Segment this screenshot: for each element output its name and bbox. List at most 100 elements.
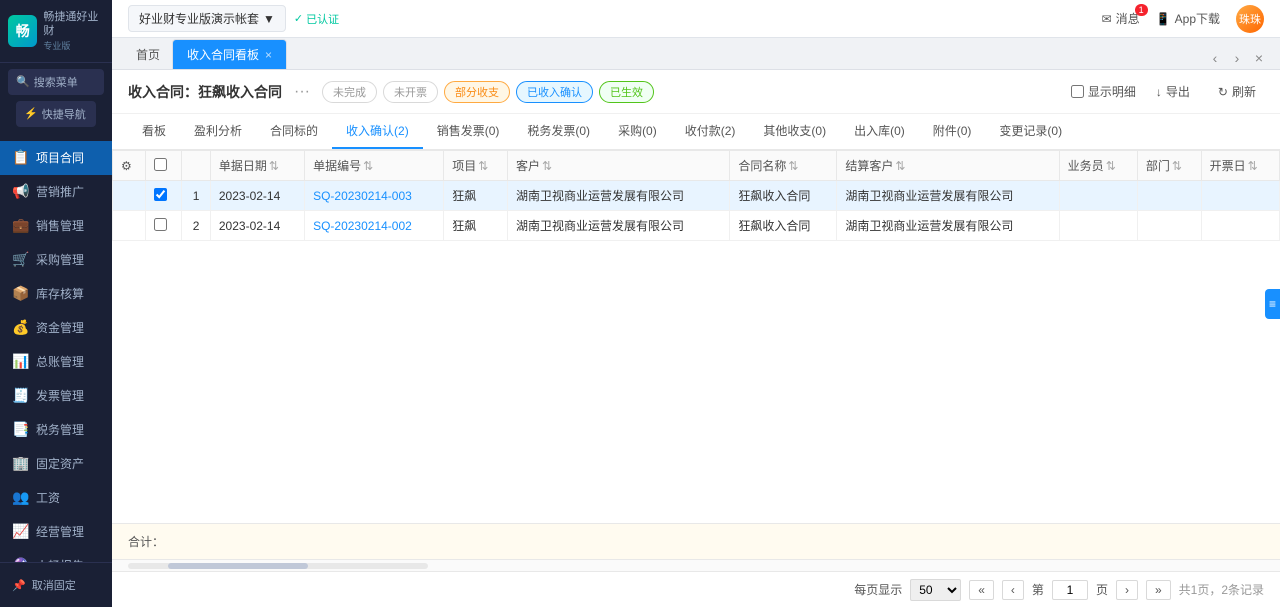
total-row: 合计： bbox=[112, 523, 1280, 559]
window-prev-button[interactable]: ‹ bbox=[1206, 49, 1224, 67]
sidebar-logo: 畅 畅捷通好业财 专业版 bbox=[0, 0, 112, 63]
pagination: 每页显示 2050100 « ‹ 第 页 › » 共1页，2条记录 bbox=[112, 571, 1280, 607]
sidebar-item-general[interactable]: 📊总账管理 bbox=[0, 345, 112, 379]
col-header-settlement_customer[interactable]: 结算客户⇅ bbox=[837, 151, 1059, 181]
status-tag-部分收支[interactable]: 部分收支 bbox=[444, 81, 510, 103]
col-header-salesperson[interactable]: 业务员⇅ bbox=[1059, 151, 1137, 181]
sidebar-item-ops[interactable]: 📈经营管理 bbox=[0, 515, 112, 549]
show-detail-input[interactable] bbox=[1071, 85, 1084, 98]
export-button[interactable]: ↓ 导出 bbox=[1148, 80, 1198, 103]
window-next-button[interactable]: › bbox=[1228, 49, 1246, 67]
sidebar-item-fixed[interactable]: 🏢固定资产 bbox=[0, 447, 112, 481]
refresh-button[interactable]: ↻ 刷新 bbox=[1210, 80, 1264, 103]
sidebar-item-label: 工资 bbox=[36, 489, 60, 506]
last-page-button[interactable]: » bbox=[1146, 580, 1171, 600]
sidebar-item-invoice[interactable]: 🧾发票管理 bbox=[0, 379, 112, 413]
scrollbar-area bbox=[112, 559, 1280, 571]
contract-title: 收入合同：狂飙收入合同 bbox=[128, 82, 282, 102]
sidebar-item-inventory[interactable]: 📦库存核算 bbox=[0, 277, 112, 311]
sort-icon: ⇅ bbox=[269, 159, 279, 173]
settings-icon[interactable]: ⚙ bbox=[121, 159, 132, 173]
sidebar-item-label: 总账管理 bbox=[36, 353, 84, 370]
company-selector[interactable]: 好业财专业版演示帐套 ▼ bbox=[128, 5, 286, 32]
row-checkbox[interactable] bbox=[154, 188, 167, 201]
scrollbar-track[interactable] bbox=[128, 563, 428, 569]
col-header-project[interactable]: 项目⇅ bbox=[444, 151, 508, 181]
sidebar-item-label: 采购管理 bbox=[36, 251, 84, 268]
company-dropdown-icon: ▼ bbox=[263, 12, 275, 26]
record-link[interactable]: SQ-20230214-002 bbox=[313, 219, 412, 233]
cancel-pin-button[interactable]: 📌 取消固定 bbox=[8, 571, 104, 599]
check-icon: ✓ bbox=[294, 12, 303, 25]
active-tab[interactable]: 收入合同看板 × bbox=[172, 39, 287, 69]
first-page-button[interactable]: « bbox=[969, 580, 994, 600]
tab-close-icon[interactable]: × bbox=[265, 48, 272, 62]
table-row: 12023-02-14SQ-20230214-003狂飙湖南卫视商业运营发展有限… bbox=[113, 181, 1280, 211]
tab-合同标的[interactable]: 合同标的 bbox=[256, 114, 332, 149]
tab-盈利分析[interactable]: 盈利分析 bbox=[180, 114, 256, 149]
status-tags: 未完成未开票部分收支已收入确认已生效 bbox=[322, 81, 654, 103]
tab-其他收支[interactable]: 其他收支(0) bbox=[749, 114, 840, 149]
right-edge-icon[interactable]: ≡ bbox=[1265, 289, 1280, 319]
col-header-open_date[interactable]: 开票日⇅ bbox=[1201, 151, 1279, 181]
marketing-icon: 📢 bbox=[12, 183, 30, 201]
hr-icon: 👥 bbox=[12, 489, 30, 507]
sort-icon: ⇅ bbox=[542, 159, 552, 173]
logo-text: 畅捷通好业财 专业版 bbox=[43, 10, 104, 52]
status-tag-未完成[interactable]: 未完成 bbox=[322, 81, 377, 103]
col-header-department[interactable]: 部门⇅ bbox=[1137, 151, 1201, 181]
status-tag-已收入确认[interactable]: 已收入确认 bbox=[516, 81, 593, 103]
sidebar-item-hr[interactable]: 👥 工资 bbox=[0, 481, 112, 515]
prev-page-button[interactable]: ‹ bbox=[1002, 580, 1024, 600]
status-tag-已生效[interactable]: 已生效 bbox=[599, 81, 654, 103]
message-icon: ✉ bbox=[1102, 12, 1112, 26]
main-area: 好业财专业版演示帐套 ▼ ✓ 已认证 ✉ 1 消息 📱 App下载 珠珠 bbox=[112, 0, 1280, 607]
contract-more-button[interactable]: ··· bbox=[294, 83, 310, 101]
message-button[interactable]: ✉ 1 消息 bbox=[1102, 10, 1140, 27]
quick-nav-button[interactable]: ⚡ 快捷导航 bbox=[16, 101, 96, 127]
tab-看板[interactable]: 看板 bbox=[128, 114, 180, 149]
search-menu-button[interactable]: 🔍 搜索菜单 bbox=[8, 69, 104, 95]
sidebar-item-project[interactable]: 📋项目合同 bbox=[0, 141, 112, 175]
show-detail-checkbox[interactable]: 显示明细 bbox=[1071, 83, 1136, 100]
tab-税务发票[interactable]: 税务发票(0) bbox=[513, 114, 604, 149]
scrollbar-thumb[interactable] bbox=[168, 563, 308, 569]
page-total: 共1页，2条记录 bbox=[1179, 581, 1264, 598]
sidebar-item-sales[interactable]: 💼销售管理 bbox=[0, 209, 112, 243]
page-input[interactable] bbox=[1052, 580, 1088, 600]
tab-采购[interactable]: 采购(0) bbox=[604, 114, 671, 149]
col-header-code[interactable]: 单据编号⇅ bbox=[305, 151, 444, 181]
sidebar-item-funds[interactable]: 💰资金管理 bbox=[0, 311, 112, 345]
nav-icon: ⚡ bbox=[24, 107, 38, 120]
status-tag-未开票[interactable]: 未开票 bbox=[383, 81, 438, 103]
col-header-customer[interactable]: 客户⇅ bbox=[507, 151, 729, 181]
app-download-button[interactable]: 📱 App下载 bbox=[1156, 10, 1220, 27]
sidebar-item-tax[interactable]: 📑税务管理 bbox=[0, 413, 112, 447]
select-all-checkbox[interactable] bbox=[154, 158, 167, 171]
sidebar-item-marketing[interactable]: 📢营销推广 bbox=[0, 175, 112, 209]
table-area: ⚙ 单据日期⇅单据编号⇅项目⇅客户⇅合同名称⇅结算客户⇅业务员⇅部门⇅开票日⇅ 1… bbox=[112, 150, 1280, 523]
logo-icon: 畅 bbox=[8, 15, 37, 47]
home-tab[interactable]: 首页 bbox=[124, 40, 172, 69]
user-avatar[interactable]: 珠珠 bbox=[1236, 5, 1264, 33]
next-page-button[interactable]: › bbox=[1116, 580, 1138, 600]
sidebar-item-purchase[interactable]: 🛒采购管理 bbox=[0, 243, 112, 277]
ops-icon: 📈 bbox=[12, 523, 30, 541]
tab-销售发票[interactable]: 销售发票(0) bbox=[423, 114, 514, 149]
tab-变更记录[interactable]: 变更记录(0) bbox=[985, 114, 1076, 149]
col-header-date[interactable]: 单据日期⇅ bbox=[210, 151, 304, 181]
sort-icon: ⇅ bbox=[1106, 159, 1116, 173]
search-icon: 🔍 bbox=[16, 75, 30, 88]
sort-icon: ⇅ bbox=[1172, 159, 1182, 173]
row-checkbox[interactable] bbox=[154, 218, 167, 231]
col-header-contract[interactable]: 合同名称⇅ bbox=[730, 151, 837, 181]
record-link[interactable]: SQ-20230214-003 bbox=[313, 189, 412, 203]
tab-收付款[interactable]: 收付款(2) bbox=[671, 114, 750, 149]
tab-出入库[interactable]: 出入库(0) bbox=[840, 114, 919, 149]
tab-收入确认[interactable]: 收入确认(2) bbox=[332, 114, 423, 149]
col-header-settings: ⚙ bbox=[113, 151, 146, 181]
sidebar-item-report[interactable]: 🔮小畅报告 bbox=[0, 549, 112, 562]
per-page-select[interactable]: 2050100 bbox=[910, 579, 961, 601]
window-close-button[interactable]: × bbox=[1250, 49, 1268, 67]
tab-附件[interactable]: 附件(0) bbox=[919, 114, 986, 149]
